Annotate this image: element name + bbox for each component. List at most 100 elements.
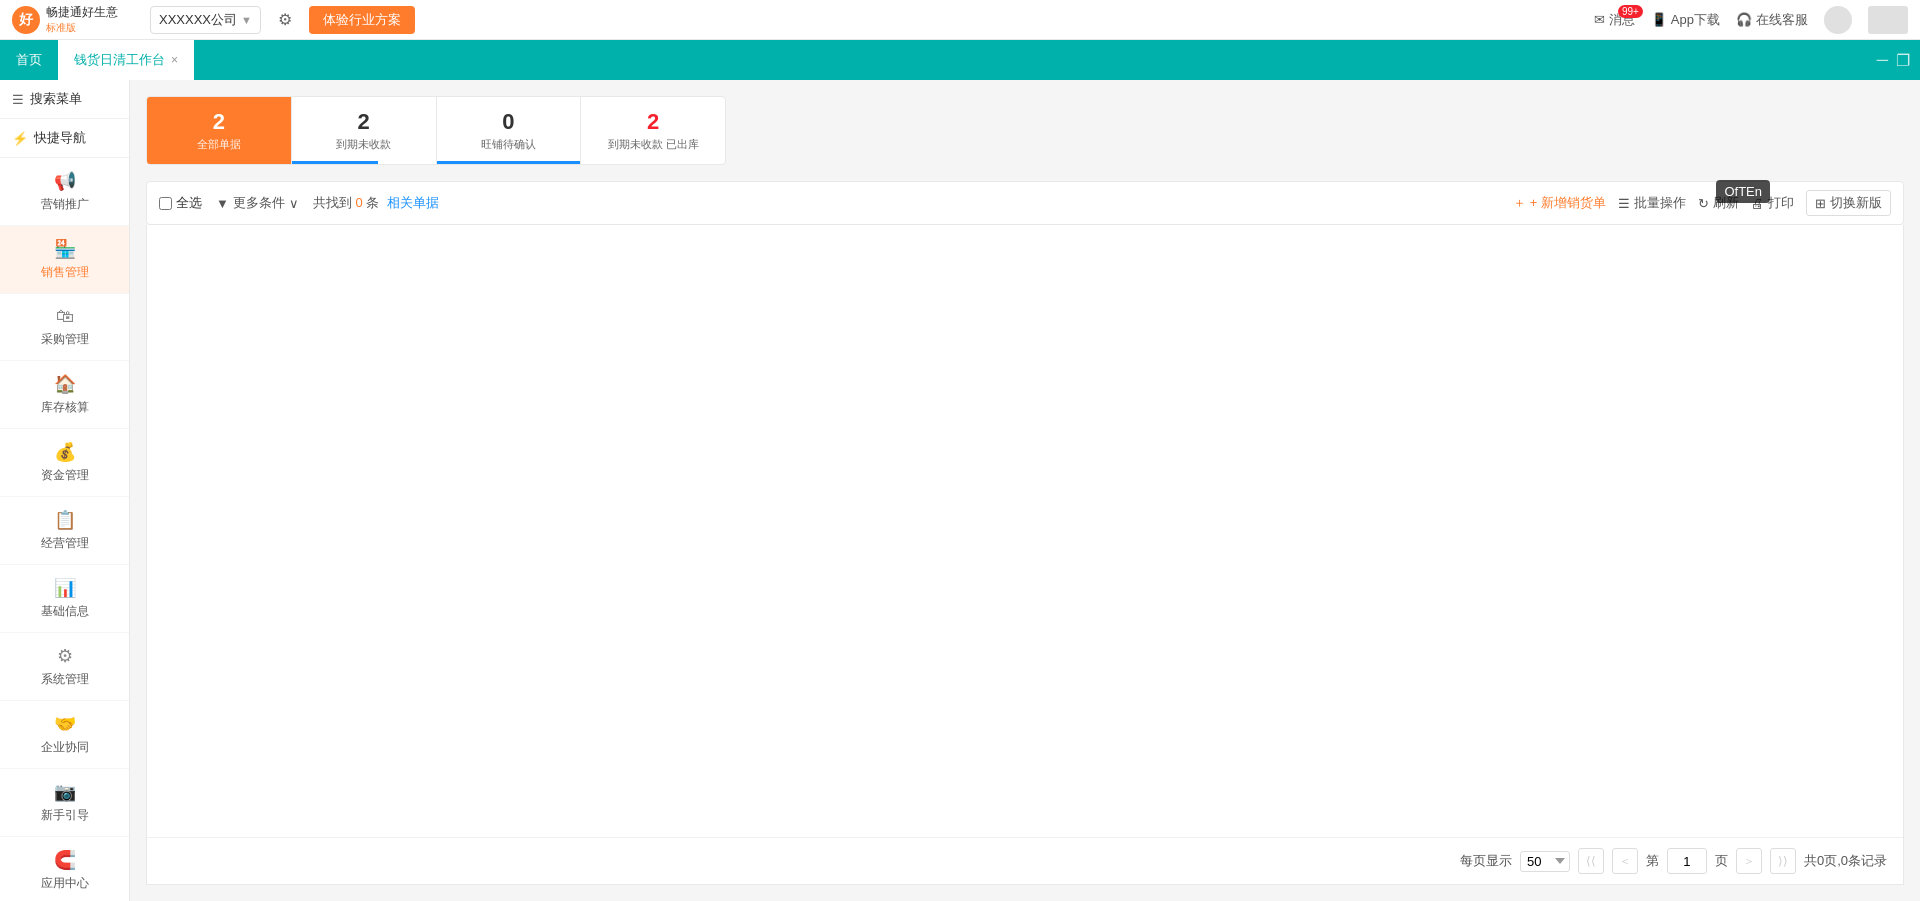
card-label-all: 全部单据: [167, 137, 271, 152]
card-label-overdue: 到期未收款: [312, 137, 416, 152]
plus-icon: ＋: [1513, 194, 1526, 212]
search-menu-button[interactable]: ☰ 搜索菜单: [0, 80, 129, 119]
first-page-button[interactable]: ⟨⟨: [1578, 848, 1604, 874]
total-pages-text: 共0页,0条记录: [1804, 852, 1887, 870]
inner-content: 2 全部单据 2 到期未收款 0 旺铺待确认: [130, 80, 1920, 901]
operations-icon: 📋: [54, 509, 76, 531]
page-number-input[interactable]: [1667, 848, 1707, 874]
page-size-select[interactable]: 10 20 50 100: [1520, 851, 1570, 872]
toolbar-right: ＋ + 新增销货单 ☰ 批量操作 ↻ 刷新 🖨: [1513, 190, 1891, 216]
maximize-icon[interactable]: ❐: [1896, 51, 1910, 70]
sidebar-item-newbie[interactable]: 📷 新手引导: [0, 769, 129, 837]
card-num-overdue: 2: [312, 109, 416, 135]
table-empty-state: [147, 225, 1903, 837]
related-orders-link[interactable]: 相关单据: [387, 194, 439, 212]
messages-button[interactable]: ✉ 消息 99+: [1594, 11, 1635, 29]
sidebar-item-operations[interactable]: 📋 经营管理: [0, 497, 129, 565]
online-service-button[interactable]: 🎧 在线客服: [1736, 11, 1808, 29]
company-selector[interactable]: XXXXXX公司 ▼: [150, 6, 261, 34]
filter-label: 更多条件: [233, 194, 285, 212]
app-download-label: App下载: [1671, 11, 1720, 29]
basic-info-icon: 📊: [54, 577, 76, 599]
settings-button[interactable]: ⚙: [271, 6, 299, 34]
quick-nav-label: 快捷导航: [34, 129, 86, 147]
prev-page-button[interactable]: ＜: [1612, 848, 1638, 874]
card-progress-bar2: [437, 161, 581, 164]
toolbar: 全选 ▼ 更多条件 ∨ 共找到 0 条 相关单据: [146, 181, 1904, 225]
search-icon: ☰: [12, 92, 24, 107]
filter-icon: ▼: [216, 196, 229, 211]
result-count: 0: [356, 195, 363, 210]
card-progress-bar: [292, 161, 378, 164]
page-size-label: 每页显示: [1460, 852, 1512, 870]
sidebar-item-inventory[interactable]: 🏠 库存核算: [0, 361, 129, 429]
pagination: 每页显示 10 20 50 100 ⟨⟨ ＜ 第 页 ＞ ⟩⟩: [147, 837, 1903, 884]
refresh-icon: ↻: [1698, 196, 1709, 211]
company-name: XXXXXX公司: [159, 11, 237, 29]
system-icon: ⚙: [57, 645, 73, 667]
app-download-button[interactable]: 📱 App下载: [1651, 11, 1720, 29]
sidebar-item-basic-info[interactable]: 📊 基础信息: [0, 565, 129, 633]
sidebar-item-purchase[interactable]: 🛍 采购管理: [0, 294, 129, 361]
card-num-wangpu: 0: [457, 109, 561, 135]
card-all-orders[interactable]: 2 全部单据: [147, 97, 292, 164]
tab-bar: 首页 钱货日清工作台 × ─ ❐: [0, 40, 1920, 80]
sidebar-item-label: 营销推广: [41, 196, 89, 213]
print-button[interactable]: 🖨 打印: [1751, 194, 1794, 212]
top-header: 好 畅捷通好生意 标准版 XXXXXX公司 ▼ ⚙ 体验行业方案 ✉ 消息 99…: [0, 0, 1920, 40]
sidebar-item-marketing[interactable]: 📢 营销推广: [0, 158, 129, 226]
select-all-input[interactable]: [159, 197, 172, 210]
add-sales-order-button[interactable]: ＋ + 新增销货单: [1513, 194, 1606, 212]
last-page-button[interactable]: ⟩⟩: [1770, 848, 1796, 874]
purchase-icon: 🛍: [56, 306, 74, 327]
sidebar-item-finance[interactable]: 💰 资金管理: [0, 429, 129, 497]
toolbar-left: 全选 ▼ 更多条件 ∨ 共找到 0 条 相关单据: [159, 192, 439, 214]
card-wangpu-pending[interactable]: 0 旺铺待确认: [437, 97, 582, 164]
user-menu[interactable]: [1868, 6, 1908, 34]
logo-text: 畅捷通好生意 标准版: [46, 5, 118, 34]
sidebar-item-app-center[interactable]: 🧲 应用中心: [0, 837, 129, 901]
card-overdue-shipped[interactable]: 2 到期未收款 已出库: [581, 97, 725, 164]
service-icon: 🎧: [1736, 12, 1752, 27]
minimize-icon[interactable]: ─: [1877, 51, 1888, 69]
table-area: 每页显示 10 20 50 100 ⟨⟨ ＜ 第 页 ＞ ⟩⟩: [146, 225, 1904, 885]
print-icon: 🖨: [1751, 196, 1764, 211]
toolbar-table-wrapper: 全选 ▼ 更多条件 ∨ 共找到 0 条 相关单据: [146, 181, 1904, 885]
sidebar-item-sales[interactable]: 🏪 销售管理: [0, 226, 129, 294]
page-label: 第: [1646, 852, 1659, 870]
quick-nav-button[interactable]: ⚡ 快捷导航: [0, 119, 129, 158]
main-layout: ☰ 搜索菜单 ⚡ 快捷导航 📢 营销推广 🏪 销售管理 🛍 采购管理 🏠 库存核…: [0, 80, 1920, 901]
switch-new-version-button[interactable]: ⊞ 切换新版: [1806, 190, 1891, 216]
tab-close-icon[interactable]: ×: [171, 53, 178, 67]
header-right: ✉ 消息 99+ 📱 App下载 🎧 在线客服: [1594, 6, 1908, 34]
sidebar-item-system[interactable]: ⚙ 系统管理: [0, 633, 129, 701]
switch-icon: ⊞: [1815, 196, 1826, 211]
avatar[interactable]: [1824, 6, 1852, 34]
select-all-checkbox[interactable]: 全选: [159, 194, 202, 212]
card-num-all: 2: [167, 109, 271, 135]
tab-qianhuoriqing[interactable]: 钱货日清工作台 ×: [58, 40, 194, 80]
filter-button[interactable]: ▼ 更多条件 ∨: [210, 192, 305, 214]
card-overdue-uncollected[interactable]: 2 到期未收款: [292, 97, 437, 164]
sidebar-item-label: 基础信息: [41, 603, 89, 620]
finance-icon: 💰: [54, 441, 76, 463]
marketing-icon: 📢: [54, 170, 76, 192]
sidebar-item-enterprise[interactable]: 🤝 企业协同: [0, 701, 129, 769]
experience-button[interactable]: 体验行业方案: [309, 6, 415, 34]
logo-area: 好 畅捷通好生意 标准版: [12, 5, 142, 34]
refresh-button[interactable]: ↻ 刷新: [1698, 194, 1739, 212]
card-label-wangpu: 旺铺待确认: [457, 137, 561, 152]
page-unit: 页: [1715, 852, 1728, 870]
card-progress2: [437, 161, 581, 164]
batch-operation-button[interactable]: ☰ 批量操作: [1618, 194, 1686, 212]
tab-home[interactable]: 首页: [0, 40, 58, 80]
newbie-icon: 📷: [54, 781, 76, 803]
next-page-button[interactable]: ＞: [1736, 848, 1762, 874]
logo-icon: 好: [12, 6, 40, 34]
select-all-label: 全选: [176, 194, 202, 212]
chevron-down-icon: ▼: [241, 14, 252, 26]
sidebar-item-label: 销售管理: [41, 264, 89, 281]
sidebar-item-label: 企业协同: [41, 739, 89, 756]
app-center-icon: 🧲: [54, 849, 76, 871]
card-label-shipped: 到期未收款 已出库: [601, 137, 705, 152]
